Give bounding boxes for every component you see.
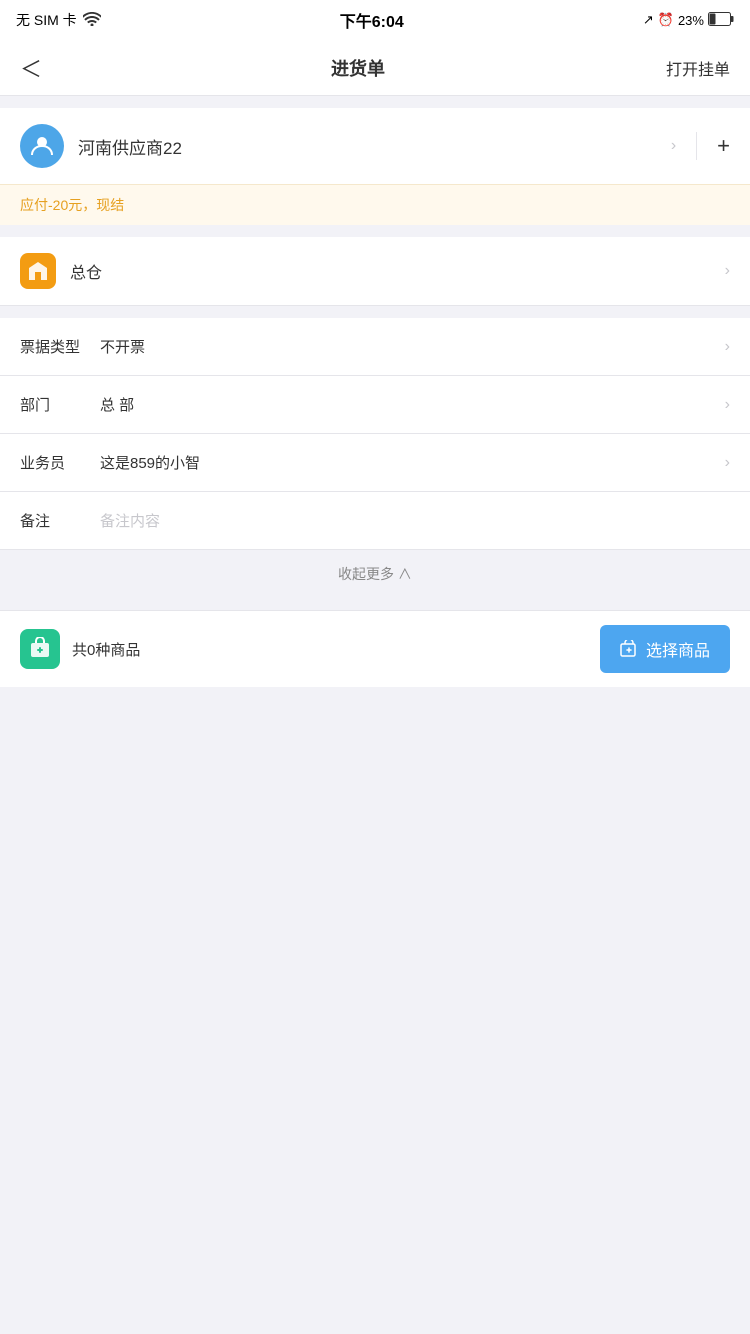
status-right: ↗ ⏰ 23% xyxy=(643,12,734,29)
warehouse-name: 总仓 xyxy=(70,259,725,283)
supplier-name: 河南供应商22 xyxy=(78,134,671,159)
supplier-divider xyxy=(696,132,697,160)
location-icon: ↗ xyxy=(643,12,654,28)
page-title: 进货单 xyxy=(331,55,385,81)
salesperson-chevron-icon: › xyxy=(725,454,730,472)
bottom-bar: 共0种商品 选择商品 xyxy=(0,610,750,687)
invoice-type-row[interactable]: 票据类型 不开票 › xyxy=(0,318,750,376)
open-pending-button[interactable]: 打开挂单 xyxy=(666,56,730,80)
carrier-text: 无 SIM 卡 xyxy=(16,10,77,30)
collapse-label: 收起更多 ∧ xyxy=(338,566,412,582)
collapse-toggle[interactable]: 收起更多 ∧ xyxy=(0,549,750,598)
department-value: 总 部 xyxy=(100,394,725,415)
invoice-type-value: 不开票 xyxy=(100,336,725,357)
status-bar: 无 SIM 卡 下午6:04 ↗ ⏰ 23% xyxy=(0,0,750,40)
remark-label: 备注 xyxy=(20,510,100,531)
notice-text: 应付-20元，现结 xyxy=(20,197,124,213)
supplier-chevron-icon: › xyxy=(671,137,676,155)
salesperson-label: 业务员 xyxy=(20,452,100,473)
back-button[interactable]: ＜ xyxy=(12,44,50,92)
wifi-icon xyxy=(83,12,101,29)
alarm-icon: ⏰ xyxy=(658,12,674,28)
select-product-button[interactable]: 选择商品 xyxy=(600,625,730,673)
department-row[interactable]: 部门 总 部 › xyxy=(0,376,750,434)
supplier-avatar xyxy=(20,124,64,168)
section-gap-1 xyxy=(0,96,750,108)
supplier-row[interactable]: 河南供应商22 › + xyxy=(0,108,750,184)
salesperson-value: 这是859的小智 xyxy=(100,452,725,473)
nav-bar: ＜ 进货单 打开挂单 xyxy=(0,40,750,96)
supplier-section: 河南供应商22 › + 应付-20元，现结 xyxy=(0,108,750,225)
status-left: 无 SIM 卡 xyxy=(16,10,101,30)
battery-text: 23% xyxy=(678,13,704,28)
notice-bar: 应付-20元，现结 xyxy=(0,184,750,225)
department-chevron-icon: › xyxy=(725,396,730,414)
warehouse-icon xyxy=(20,253,56,289)
warehouse-chevron-icon: › xyxy=(725,262,730,280)
section-gap-4 xyxy=(0,598,750,610)
status-time: 下午6:04 xyxy=(340,8,404,32)
form-section: 票据类型 不开票 › 部门 总 部 › 业务员 这是859的小智 › 备注 备注… xyxy=(0,318,750,549)
product-icon xyxy=(20,629,60,669)
battery-icon xyxy=(708,12,734,29)
product-count-text: 共0种商品 xyxy=(72,639,600,660)
remark-placeholder: 备注内容 xyxy=(100,510,730,531)
warehouse-row[interactable]: 总仓 › xyxy=(0,237,750,306)
supplier-add-button[interactable]: + xyxy=(717,133,730,159)
remark-row[interactable]: 备注 备注内容 xyxy=(0,492,750,549)
select-product-label: 选择商品 xyxy=(646,637,710,661)
section-gap-2 xyxy=(0,225,750,237)
invoice-type-label: 票据类型 xyxy=(20,336,100,357)
department-label: 部门 xyxy=(20,394,100,415)
invoice-type-chevron-icon: › xyxy=(725,338,730,356)
salesperson-row[interactable]: 业务员 这是859的小智 › xyxy=(0,434,750,492)
page-background xyxy=(0,687,750,987)
section-gap-3 xyxy=(0,306,750,318)
